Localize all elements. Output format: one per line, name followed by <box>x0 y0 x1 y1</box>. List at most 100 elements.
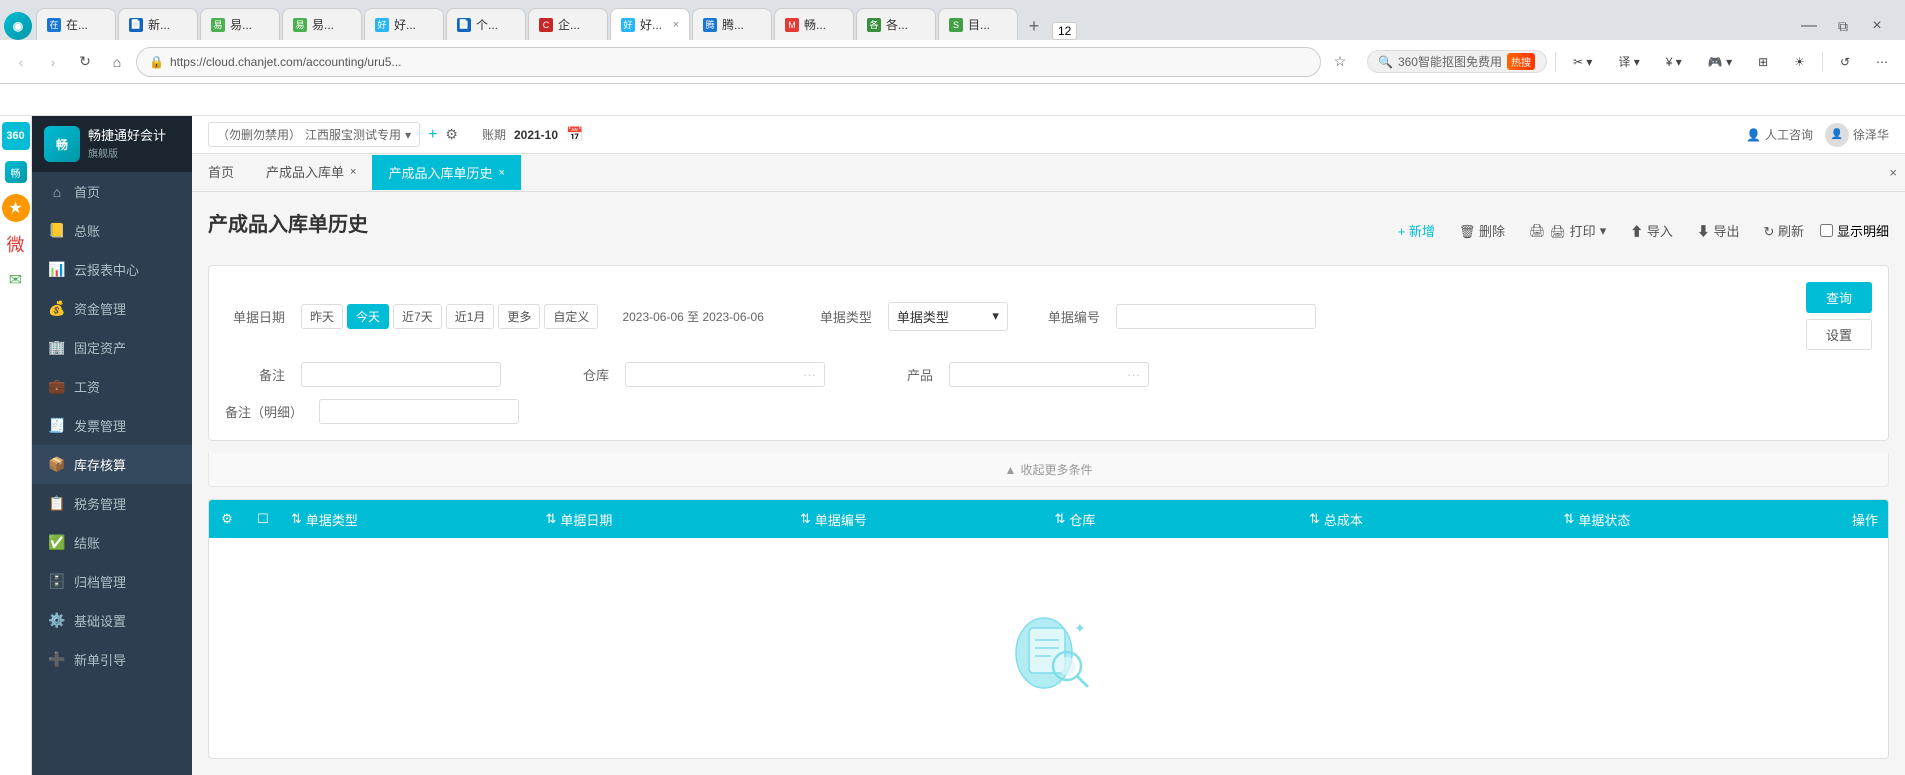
tab-9[interactable]: 腾 腾... <box>692 8 772 40</box>
nav-item-archive[interactable]: 🗄️ 归档管理 <box>32 562 192 601</box>
th-gear[interactable]: ⚙ <box>209 511 245 527</box>
th-bill-status[interactable]: ⇅ 单据状态 <box>1554 510 1809 529</box>
nav-item-home[interactable]: ⌂ 首页 <box>32 172 192 211</box>
nav-item-ledger[interactable]: 📒 总账 <box>32 211 192 250</box>
nav-item-tax[interactable]: 📋 税务管理 <box>32 484 192 523</box>
export-btn[interactable]: ⬇ 导出 <box>1689 217 1748 244</box>
settings-query-btn[interactable]: 设置 <box>1806 319 1872 350</box>
collapse-more-row: ▲ 收起更多条件 <box>208 453 1889 487</box>
th-bill-date-icon: ⇅ <box>546 511 557 527</box>
add-company-btn[interactable]: + <box>428 126 437 144</box>
settings-more-btn[interactable]: ⋯ <box>1867 51 1897 73</box>
calendar-icon[interactable]: 📅 <box>566 126 583 143</box>
tab-list-close-icon[interactable]: × <box>350 166 356 178</box>
date-btn-1month[interactable]: 近1月 <box>446 304 495 329</box>
bill-no-input[interactable] <box>1116 304 1316 329</box>
tab-12[interactable]: S 目... <box>938 8 1018 40</box>
settings-icon-btn[interactable]: ⚙ <box>445 126 458 143</box>
home-button[interactable]: ⌂ <box>104 49 130 75</box>
note-input[interactable] <box>301 362 501 387</box>
close-panel-btn[interactable]: × <box>1881 161 1905 184</box>
nav-item-report[interactable]: 📊 云报表中心 <box>32 250 192 289</box>
import-btn[interactable]: ⬆ 导入 <box>1622 217 1681 244</box>
display-checkbox[interactable] <box>1820 224 1833 237</box>
gamepad-btn[interactable]: 🎮 ▾ <box>1699 51 1741 73</box>
date-btn-7days[interactable]: 近7天 <box>393 304 442 329</box>
reload-btn[interactable]: ↺ <box>1831 51 1859 73</box>
th-bill-type[interactable]: ⇅ 单据类型 <box>281 510 536 529</box>
tab-11[interactable]: 各 各... <box>856 8 936 40</box>
date-btn-today[interactable]: 今天 <box>347 304 389 329</box>
layout-btn[interactable]: ⊞ <box>1749 51 1777 73</box>
nav-item-salary[interactable]: 💼 工资 <box>32 367 192 406</box>
delete-btn[interactable]: 🗑 删除 <box>1451 217 1513 244</box>
tab-count[interactable]: 12 <box>1052 22 1077 40</box>
nav-item-invoice[interactable]: 🧾 发票管理 <box>32 406 192 445</box>
product-filter-label: 产品 <box>873 365 933 384</box>
collapse-more-btn[interactable]: ▲ 收起更多条件 <box>1005 461 1093 478</box>
warehouse-select[interactable]: ··· <box>625 362 825 387</box>
page-tab-list[interactable]: 产成品入库单 × <box>250 154 372 191</box>
date-btn-more[interactable]: 更多 <box>498 304 540 329</box>
bookmark-button[interactable]: ☆ <box>1327 49 1353 75</box>
tab-1[interactable]: 在 在... <box>36 8 116 40</box>
tab-8[interactable]: 好 好... × <box>610 8 690 40</box>
date-btn-custom[interactable]: 自定义 <box>544 304 598 329</box>
app-icon-mail[interactable]: ✉ <box>2 266 30 294</box>
nav-item-settle[interactable]: ✅ 结账 <box>32 523 192 562</box>
tab-2[interactable]: 📄 新... <box>118 8 198 40</box>
app-icon-weibo[interactable]: 微 <box>2 230 30 258</box>
refresh-btn[interactable]: ↻ 刷新 <box>1755 217 1812 244</box>
tab-4[interactable]: 易 易... <box>282 8 362 40</box>
print-btn[interactable]: 🖨 🖨 打印 ▾ <box>1521 217 1614 244</box>
user-service-btn[interactable]: 👤 人工咨询 <box>1746 126 1813 143</box>
th-check[interactable]: ☐ <box>245 511 281 527</box>
app-icon-360[interactable]: 360 <box>2 122 30 150</box>
add-btn[interactable]: + 新增 <box>1390 217 1443 244</box>
page-tab-history[interactable]: 产成品入库单历史 × <box>372 155 520 190</box>
close-button[interactable]: × <box>1861 12 1893 40</box>
nav-item-fixed[interactable]: 🏢 固定资产 <box>32 328 192 367</box>
th-bill-date[interactable]: ⇅ 单据日期 <box>536 510 791 529</box>
tab-history-close-icon[interactable]: × <box>498 167 504 179</box>
breadcrumb-home[interactable]: 首页 <box>192 154 250 191</box>
tab-10[interactable]: M 畅... <box>774 8 854 40</box>
date-btn-yesterday[interactable]: 昨天 <box>301 304 343 329</box>
app-icon-star[interactable]: ★ <box>2 194 30 222</box>
new-tab-button[interactable]: + <box>1020 12 1048 40</box>
address-input[interactable]: 🔒 https://cloud.chanjet.com/accounting/u… <box>136 47 1321 77</box>
tab-3[interactable]: 易 易... <box>200 8 280 40</box>
note-detail-input[interactable] <box>319 399 519 424</box>
app-icon-chanjet[interactable]: 畅 <box>2 158 30 186</box>
scissors-btn[interactable]: ✂ ▾ <box>1564 51 1601 73</box>
user-profile-btn[interactable]: 👤 徐泽华 <box>1825 123 1889 147</box>
th-total-cost[interactable]: ⇅ 总成本 <box>1299 510 1554 529</box>
maximize-button[interactable]: ⧉ <box>1827 12 1859 40</box>
nav-item-basic[interactable]: ⚙️ 基础设置 <box>32 601 192 640</box>
forward-button[interactable]: › <box>40 49 66 75</box>
refresh-button[interactable]: ↻ <box>72 49 98 75</box>
nav-item-home-label: 首页 <box>74 182 100 201</box>
sun-btn[interactable]: ☀ <box>1785 51 1814 73</box>
search-box[interactable]: 🔍 360智能抠图免费用 热搜 <box>1367 50 1547 73</box>
translate-btn[interactable]: 译 ▾ <box>1609 49 1648 74</box>
tab-7[interactable]: C 企... <box>528 8 608 40</box>
header-actions: 👤 人工咨询 👤 徐泽华 <box>1746 123 1889 147</box>
minimize-button[interactable]: — <box>1793 12 1825 40</box>
bill-type-select[interactable]: 单据类型 ▾ <box>888 302 1008 331</box>
th-warehouse[interactable]: ⇅ 仓库 <box>1045 510 1300 529</box>
page-body: 产成品入库单历史 + 新增 🗑 删除 🖨 🖨 打印 ▾ ⬆ 导入 ⬇ 导出 ↻ … <box>192 192 1905 775</box>
nav-item-fund[interactable]: 💰 资金管理 <box>32 289 192 328</box>
company-selector[interactable]: （勿删勿禁用） 江西服宝测试专用 ▾ <box>208 122 420 147</box>
nav-item-inventory[interactable]: 📦 库存核算 <box>32 445 192 484</box>
tab-8-close[interactable]: × <box>673 19 679 31</box>
tab-5[interactable]: 好 好... <box>364 8 444 40</box>
yen-btn[interactable]: ¥ ▾ <box>1657 51 1691 73</box>
th-bill-no[interactable]: ⇅ 单据编号 <box>790 510 1045 529</box>
query-btn[interactable]: 查询 <box>1806 282 1872 313</box>
nav-item-newbill[interactable]: ➕ 新单引导 <box>32 640 192 679</box>
tab-6[interactable]: 📄 个... <box>446 8 526 40</box>
product-select[interactable]: ··· <box>949 362 1149 387</box>
service-label: 人工咨询 <box>1765 126 1813 143</box>
back-button[interactable]: ‹ <box>8 49 34 75</box>
